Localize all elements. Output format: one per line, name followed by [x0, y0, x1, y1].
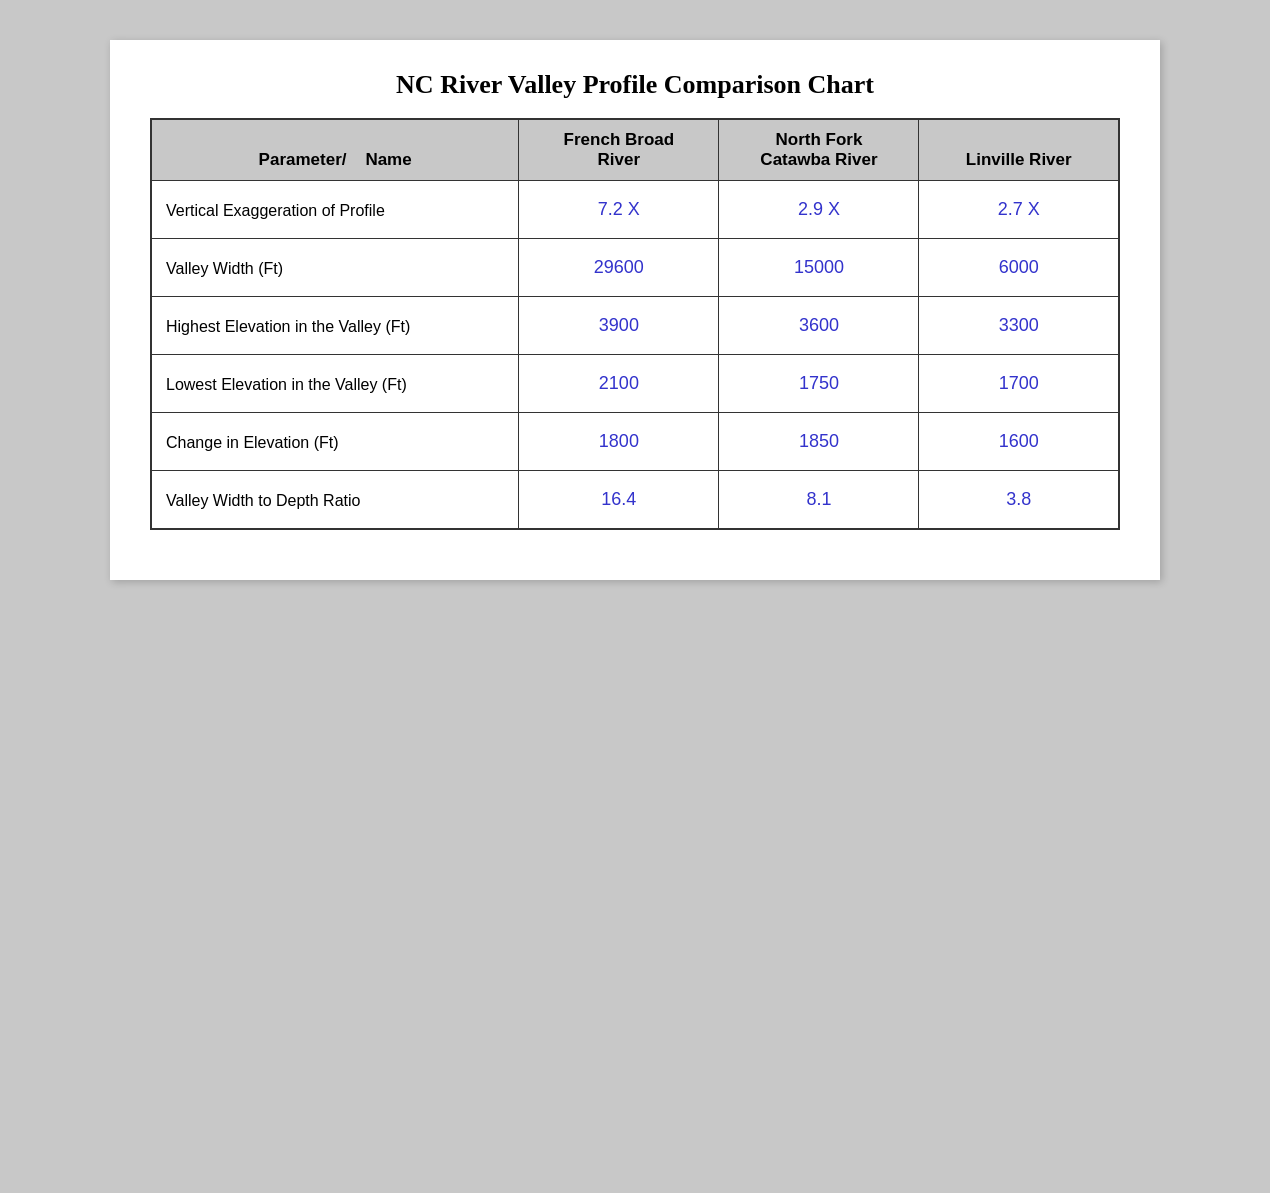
header-french-broad-label: French BroadRiver — [564, 130, 675, 169]
param-vertical-exaggeration: Vertical Exaggeration of Profile — [151, 181, 519, 239]
value-lowest-elevation-french-broad: 2100 — [519, 355, 719, 413]
chart-title: NC River Valley Profile Comparison Chart — [150, 70, 1120, 100]
param-valley-width-depth-ratio: Valley Width to Depth Ratio — [151, 471, 519, 530]
value-vertical-exaggeration-north-fork: 2.9 X — [719, 181, 919, 239]
table-row: Vertical Exaggeration of Profile 7.2 X 2… — [151, 181, 1119, 239]
value-change-elevation-north-fork: 1850 — [719, 413, 919, 471]
table-row: Valley Width (Ft) 29600 15000 6000 — [151, 239, 1119, 297]
value-valley-width-depth-ratio-north-fork: 8.1 — [719, 471, 919, 530]
header-parameter-label: Parameter/ Name — [259, 150, 412, 169]
header-north-fork-label: North ForkCatawba River — [760, 130, 877, 169]
value-valley-width-depth-ratio-linville: 3.8 — [919, 471, 1119, 530]
header-parameter: Parameter/ Name — [151, 119, 519, 181]
value-valley-width-linville: 6000 — [919, 239, 1119, 297]
comparison-table: Parameter/ Name French BroadRiver North … — [150, 118, 1120, 530]
value-lowest-elevation-linville: 1700 — [919, 355, 1119, 413]
table-row: Change in Elevation (Ft) 1800 1850 1600 — [151, 413, 1119, 471]
value-highest-elevation-linville: 3300 — [919, 297, 1119, 355]
header-north-fork: North ForkCatawba River — [719, 119, 919, 181]
header-linville: Linville River — [919, 119, 1119, 181]
value-vertical-exaggeration-linville: 2.7 X — [919, 181, 1119, 239]
param-highest-elevation: Highest Elevation in the Valley (Ft) — [151, 297, 519, 355]
param-lowest-elevation: Lowest Elevation in the Valley (Ft) — [151, 355, 519, 413]
header-linville-label: Linville River — [966, 150, 1072, 169]
value-change-elevation-linville: 1600 — [919, 413, 1119, 471]
table-row: Highest Elevation in the Valley (Ft) 390… — [151, 297, 1119, 355]
value-valley-width-depth-ratio-french-broad: 16.4 — [519, 471, 719, 530]
value-valley-width-french-broad: 29600 — [519, 239, 719, 297]
param-change-elevation: Change in Elevation (Ft) — [151, 413, 519, 471]
table-body: Vertical Exaggeration of Profile 7.2 X 2… — [151, 181, 1119, 530]
param-valley-width: Valley Width (Ft) — [151, 239, 519, 297]
page-container: NC River Valley Profile Comparison Chart… — [110, 40, 1160, 580]
header-french-broad: French BroadRiver — [519, 119, 719, 181]
table-row: Valley Width to Depth Ratio 16.4 8.1 3.8 — [151, 471, 1119, 530]
value-highest-elevation-french-broad: 3900 — [519, 297, 719, 355]
value-change-elevation-french-broad: 1800 — [519, 413, 719, 471]
value-lowest-elevation-north-fork: 1750 — [719, 355, 919, 413]
table-row: Lowest Elevation in the Valley (Ft) 2100… — [151, 355, 1119, 413]
value-highest-elevation-north-fork: 3600 — [719, 297, 919, 355]
value-vertical-exaggeration-french-broad: 7.2 X — [519, 181, 719, 239]
value-valley-width-north-fork: 15000 — [719, 239, 919, 297]
table-header-row: Parameter/ Name French BroadRiver North … — [151, 119, 1119, 181]
